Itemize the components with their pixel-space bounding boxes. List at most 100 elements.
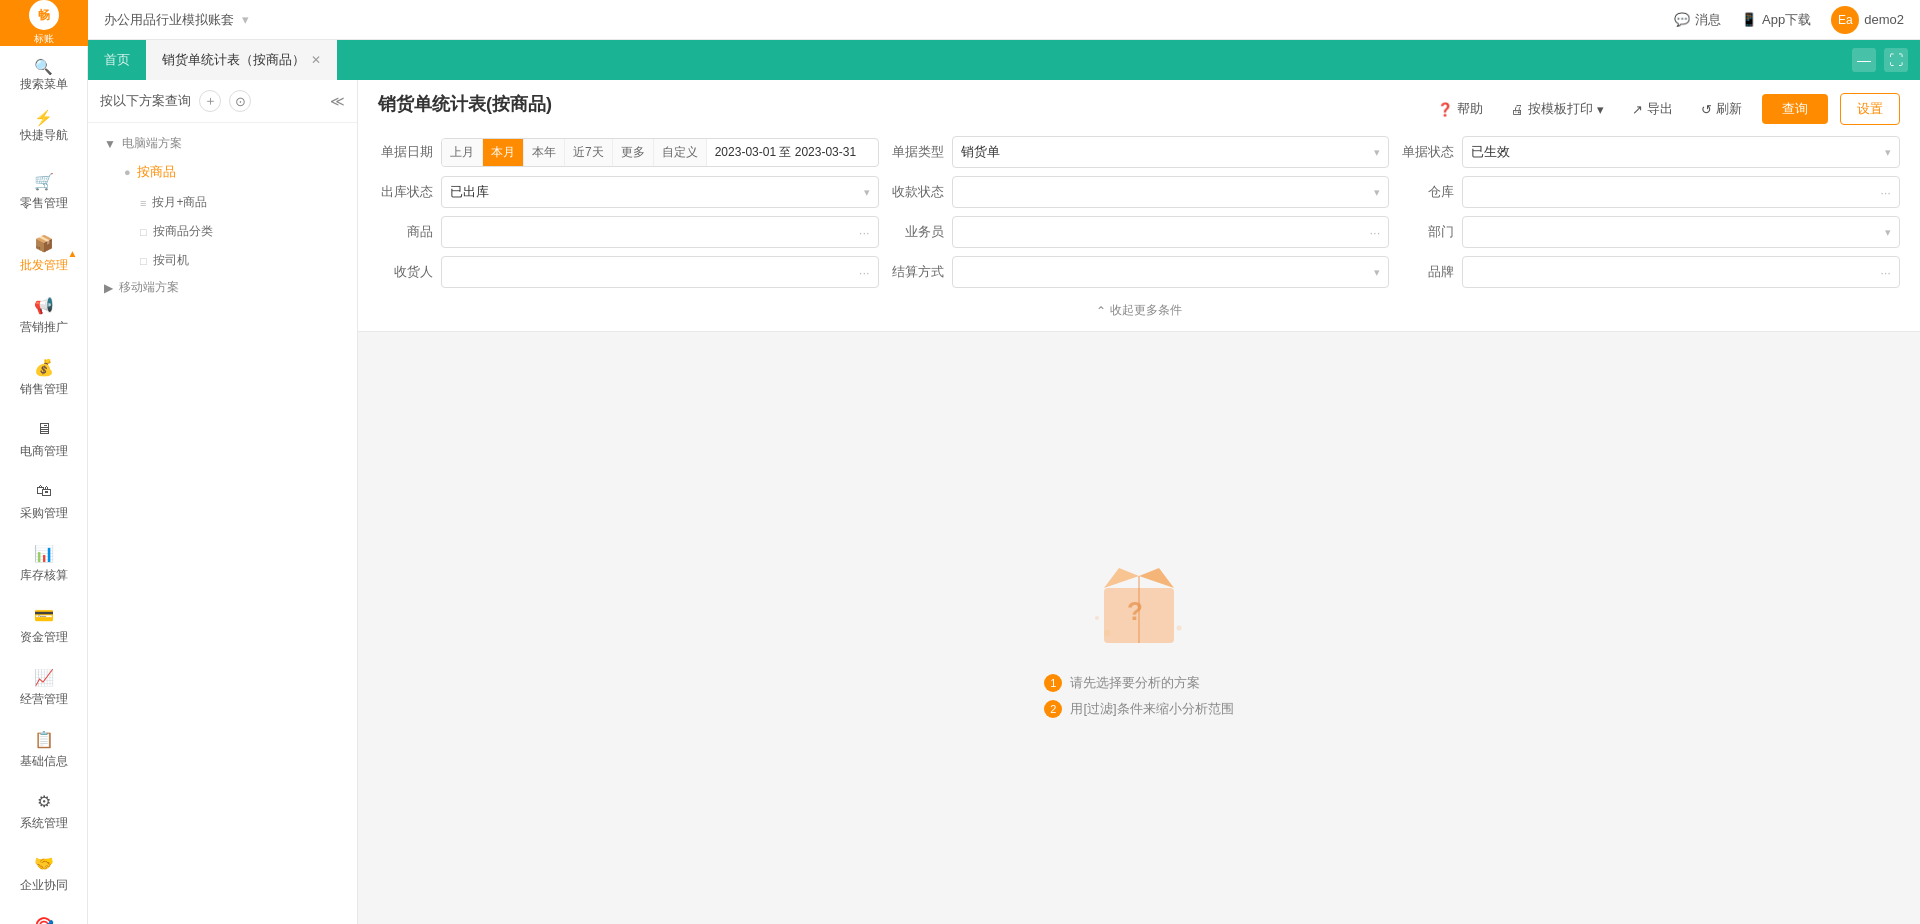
date-tab-this-month[interactable]: 本月: [483, 139, 524, 166]
product-ellipsis[interactable]: ···: [441, 216, 879, 248]
edit-scheme-btn[interactable]: ⊙: [229, 90, 251, 112]
message-icon: 💬: [1674, 12, 1690, 27]
settings-button[interactable]: 设置: [1840, 93, 1900, 125]
industry-dropdown-arrow[interactable]: ▾: [242, 12, 249, 27]
refresh-btn[interactable]: ↺ 刷新: [1693, 96, 1750, 122]
filter-field-status: 单据状态 已生效 ▾: [1399, 136, 1900, 168]
tab-minimize-btn[interactable]: —: [1852, 48, 1876, 72]
message-btn[interactable]: 💬 消息: [1674, 11, 1721, 29]
mobile-group-label[interactable]: ▶ 移动端方案: [88, 275, 357, 300]
tree-item-by-cashier[interactable]: □ 按司机: [88, 246, 357, 275]
filter-row-2: 出库状态 已出库 ▾ 收款状态 ▾ 仓库: [378, 176, 1900, 208]
tab-sales-stat[interactable]: 销货单统计表（按商品） ✕: [146, 40, 337, 80]
sidebar-item-purchase[interactable]: 🛍 采购管理: [0, 470, 88, 532]
outbound-dropdown-arrow: ▾: [864, 186, 870, 199]
tab-sales-stat-label: 销货单统计表（按商品）: [162, 51, 305, 69]
date-tab-7days[interactable]: 近7天: [565, 139, 613, 166]
date-tab-this-year[interactable]: 本年: [524, 139, 565, 166]
sidebar-item-newbie[interactable]: 🎯 新手引导: [0, 904, 88, 924]
export-btn[interactable]: ↗ 导出: [1624, 96, 1681, 122]
tab-home[interactable]: 首页: [88, 40, 146, 80]
sidebar-item-ecommerce[interactable]: 🖥 电商管理: [0, 408, 88, 470]
empty-svg: ?: [1079, 538, 1199, 658]
tree-section: ▼ 电脑端方案 ● 按商品 ≡ 按月+商品 □ 按商品分类 □ 按司机: [88, 123, 357, 924]
basic-icon: 📋: [33, 728, 55, 750]
help-btn[interactable]: ❓ 帮助: [1429, 96, 1491, 122]
date-tabs-control[interactable]: 上月 本月 本年 近7天 更多 自定义 2023-03-01 至 2023-03…: [441, 138, 879, 167]
download-icon: 📱: [1741, 12, 1757, 27]
collapse-filter-arrow: ⌃: [1096, 304, 1106, 318]
recipient-label: 收货人: [378, 263, 433, 281]
collapse-panel-btn[interactable]: ≪: [330, 93, 345, 109]
date-tab-last-month[interactable]: 上月: [442, 139, 483, 166]
sidebar-item-retail[interactable]: 🛒 零售管理: [0, 160, 88, 222]
main-area: 办公用品行业模拟账套 ▾ 💬 消息 📱 App下载 Ea demo2 首页: [88, 0, 1920, 924]
outbound-dropdown[interactable]: 已出库 ▾: [441, 176, 879, 208]
filter-field-dept: 部门 ▾: [1399, 216, 1900, 248]
tab-maximize-btn[interactable]: ⛶: [1884, 48, 1908, 72]
collapse-filter-btn[interactable]: ⌃ 收起更多条件: [378, 296, 1900, 323]
desktop-group-label[interactable]: ▼ 电脑端方案: [88, 131, 357, 156]
filter-field-payment: 收款状态 ▾: [889, 176, 1390, 208]
payment-dropdown-arrow: ▾: [1374, 186, 1380, 199]
help-icon: ❓: [1437, 102, 1453, 117]
brand-ellipsis-icon: ···: [1880, 265, 1891, 280]
sidebar-item-sales[interactable]: 💰 销售管理: [0, 346, 88, 408]
left-panel: 按以下方案查询 ＋ ⊙ ≪ ▼ 电脑端方案 ● 按商品 ≡ 按月+商品: [88, 80, 358, 924]
salesperson-ellipsis[interactable]: ···: [952, 216, 1390, 248]
inventory-icon: 📊: [33, 542, 55, 564]
filter-field-recipient: 收货人 ···: [378, 256, 879, 288]
sidebar-item-operation[interactable]: 📈 经营管理: [0, 656, 88, 718]
warehouse-label: 仓库: [1399, 183, 1454, 201]
tab-home-label: 首页: [104, 51, 130, 69]
app-logo[interactable]: 畅 标账: [0, 0, 88, 46]
svg-point-3: [1104, 630, 1110, 636]
date-tab-more[interactable]: 更多: [613, 139, 654, 166]
top-header: 办公用品行业模拟账套 ▾ 💬 消息 📱 App下载 Ea demo2: [88, 0, 1920, 40]
print-icon: 🖨: [1511, 102, 1524, 117]
brand-label: 品牌: [1399, 263, 1454, 281]
query-button[interactable]: 查询: [1762, 94, 1828, 124]
group-expand-arrow: ▼: [104, 137, 116, 151]
add-scheme-btn[interactable]: ＋: [199, 90, 221, 112]
type-dropdown[interactable]: 销货单 ▾: [952, 136, 1390, 168]
svg-text:?: ?: [1127, 596, 1143, 626]
wholesale-arrow: ▲: [68, 248, 78, 259]
search-menu-btn[interactable]: 🔍 搜索菜单: [20, 46, 68, 101]
recipient-ellipsis[interactable]: ···: [441, 256, 879, 288]
quick-nav-btn[interactable]: ⚡ 快捷导航: [20, 101, 68, 152]
user-menu-btn[interactable]: Ea demo2: [1831, 6, 1904, 34]
content-area: 按以下方案查询 ＋ ⊙ ≪ ▼ 电脑端方案 ● 按商品 ≡ 按月+商品: [88, 80, 1920, 924]
tree-item-by-category[interactable]: □ 按商品分类: [88, 217, 357, 246]
sidebar-item-marketing[interactable]: 📢 营销推广: [0, 284, 88, 346]
payment-dropdown[interactable]: ▾: [952, 176, 1390, 208]
template-print-btn[interactable]: 🖨 按模板打印 ▾: [1503, 96, 1612, 122]
settlement-dropdown[interactable]: ▾: [952, 256, 1390, 288]
empty-state: ? 1 请先选择要分析的方案 2 用[过滤]条件来缩小分析范围: [358, 332, 1920, 924]
outbound-value: 已出库: [450, 183, 860, 201]
wholesale-icon: 📦: [33, 232, 55, 254]
status-dropdown[interactable]: 已生效 ▾: [1462, 136, 1900, 168]
type-value: 销货单: [961, 143, 1371, 161]
date-tab-custom[interactable]: 自定义: [654, 139, 707, 166]
newbie-icon: 🎯: [33, 914, 55, 924]
dept-dropdown[interactable]: ▾: [1462, 216, 1900, 248]
sidebar-item-system[interactable]: ⚙ 系统管理: [0, 780, 88, 842]
tree-item-by-product[interactable]: ● 按商品: [88, 156, 357, 188]
avatar: Ea: [1831, 6, 1859, 34]
ecommerce-icon: 🖥: [33, 418, 55, 440]
empty-illustration: ?: [1079, 538, 1199, 658]
brand-ellipsis[interactable]: ···: [1462, 256, 1900, 288]
warehouse-ellipsis[interactable]: ···: [1462, 176, 1900, 208]
app-download-btn[interactable]: 📱 App下载: [1741, 11, 1811, 29]
sidebar-item-enterprise[interactable]: 🤝 企业协同: [0, 842, 88, 904]
cashier-icon: □: [140, 255, 147, 267]
sidebar-item-basic[interactable]: 📋 基础信息: [0, 718, 88, 780]
sidebar-item-finance[interactable]: 💳 资金管理: [0, 594, 88, 656]
svg-point-5: [1177, 626, 1182, 631]
sidebar-item-inventory[interactable]: 📊 库存核算: [0, 532, 88, 594]
tab-close-icon[interactable]: ✕: [311, 53, 321, 67]
tab-actions: — ⛶: [1852, 48, 1920, 72]
tree-item-by-month-product[interactable]: ≡ 按月+商品: [88, 188, 357, 217]
sidebar-item-wholesale[interactable]: 📦 批发管理 ▲: [0, 222, 88, 284]
